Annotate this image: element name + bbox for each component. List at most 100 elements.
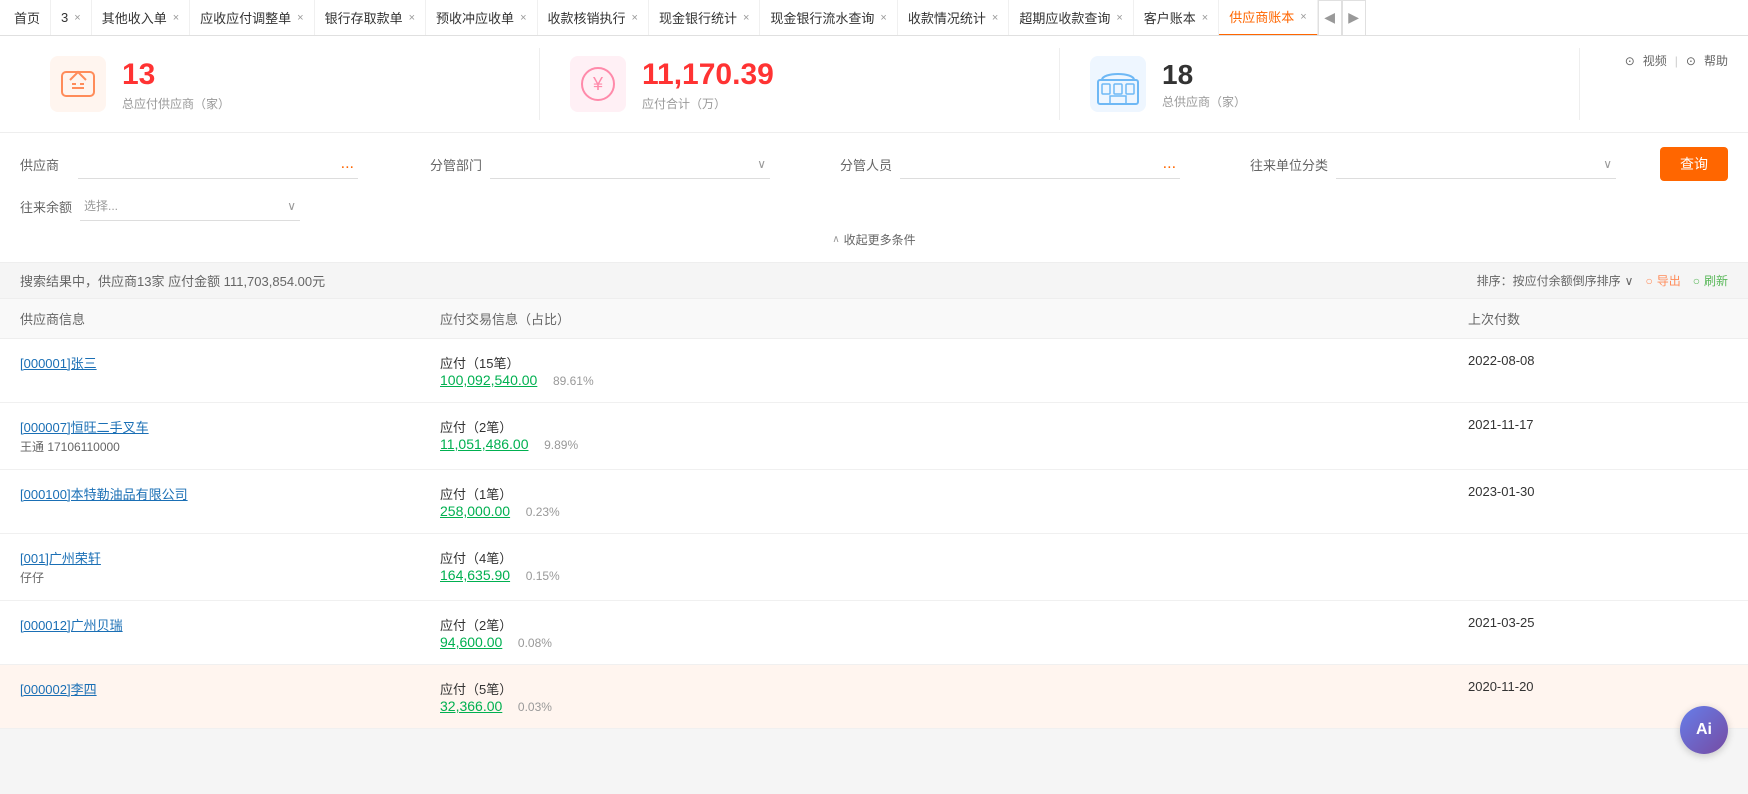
payable-label-0: 应付（15笔） — [440, 356, 519, 371]
sort-arrow-icon: ∨ — [1625, 274, 1634, 288]
last-pay-date-4: 2021-03-25 — [1468, 615, 1535, 630]
table-row: [000012]广州贝瑞 应付（2笔） 94,600.00 0.08% 2021… — [0, 601, 1748, 665]
close-overdue-icon[interactable]: × — [1116, 12, 1122, 24]
collapse-arrow-icon: ∧ — [832, 234, 839, 245]
last-pay-date-1: 2021-11-17 — [1468, 417, 1534, 432]
supplier-filter-label: 供应商 — [20, 155, 70, 174]
nav-payment-stat[interactable]: 收款情况统计 × — [898, 0, 1009, 36]
close-bank-deposit-icon[interactable]: × — [409, 12, 415, 24]
nav-cash-flow[interactable]: 现金银行流水查询 × — [760, 0, 897, 36]
data-table: 供应商信息 应付交易信息（占比） 上次付数 [000001]张三 应付（15笔）… — [0, 299, 1748, 729]
balance-input[interactable]: 选择... ∨ — [80, 191, 300, 221]
supplier-dots-icon: ... — [341, 155, 354, 173]
payable-info-4: 应付（2笔） 94,600.00 0.08% — [440, 615, 1468, 650]
filter-category: 往来单位分类 ∨ — [1250, 149, 1644, 179]
dept-input[interactable]: ∨ — [490, 149, 770, 179]
nav-next-arrow[interactable]: ▶ — [1342, 0, 1366, 36]
dept-filter-label: 分管部门 — [430, 155, 482, 174]
payable-pct-4: 0.08% — [518, 636, 552, 650]
payable-amount-5[interactable]: 32,366.00 — [440, 698, 502, 714]
supplier-name-link-1[interactable]: [000007]恒旺二手叉车 — [20, 417, 440, 436]
video-link[interactable]: 视频 — [1643, 52, 1667, 69]
close-supplier-ledger-icon[interactable]: × — [1300, 11, 1306, 23]
close-other-income-icon[interactable]: × — [173, 12, 179, 24]
last-pay-date-2: 2023-01-30 — [1468, 484, 1535, 499]
help-link[interactable]: 帮助 — [1704, 52, 1728, 69]
payable-amount-2[interactable]: 258,000.00 — [440, 503, 510, 519]
summary-text-suppliers: 13 总应付供应商（家） — [122, 57, 230, 112]
payable-info-2: 应付（1笔） 258,000.00 0.23% — [440, 484, 1468, 519]
ai-button[interactable]: Ai — [1680, 706, 1728, 754]
refresh-icon: ○ — [1693, 274, 1700, 288]
summary-card-total: 18 总供应商（家） — [1060, 48, 1580, 120]
top-right-links: ⊙ 视频 | ⊙ 帮助 — [1625, 52, 1728, 69]
payable-pct-1: 9.89% — [544, 438, 578, 452]
supplier-sub-3: 仔仔 — [20, 569, 440, 586]
nav-payment-verify[interactable]: 收款核销执行 × — [538, 0, 649, 36]
payable-info-3: 应付（4笔） 164,635.90 0.15% — [440, 548, 1468, 583]
person-input[interactable]: ... — [900, 149, 1180, 179]
nav-cash-bank-stat[interactable]: 现金银行统计 × — [649, 0, 760, 36]
lastpay-2: 2023-01-30 — [1468, 484, 1728, 499]
nav-supplier-ledger[interactable]: 供应商账本 × — [1219, 0, 1317, 36]
nav-ar-ap-adjust[interactable]: 应收应付调整单 × — [190, 0, 314, 36]
person-dots-icon: ... — [1163, 155, 1176, 173]
supplier-name-link-4[interactable]: [000012]广州贝瑞 — [20, 615, 440, 634]
svg-text:¥: ¥ — [592, 74, 604, 94]
dept-arrow-icon: ∨ — [757, 157, 766, 171]
supplier-info-2: [000100]本特勒油品有限公司 — [20, 484, 440, 503]
supplier-info-5: [000002]李四 — [20, 679, 440, 698]
filter-supplier: 供应商 ... — [20, 149, 414, 179]
payable-pct-0: 89.61% — [553, 374, 594, 388]
supplier-name-link-3[interactable]: [001]广州荣轩 — [20, 548, 440, 567]
close-ar-ap-icon[interactable]: × — [297, 12, 303, 24]
supplier-info-1: [000007]恒旺二手叉车 王通 17106110000 — [20, 417, 440, 455]
supplier-icon — [50, 56, 106, 112]
nav-overdue[interactable]: 超期应收款查询 × — [1009, 0, 1133, 36]
nav-other-income[interactable]: 其他收入单 × — [92, 0, 190, 36]
summary-bar: 13 总应付供应商（家） ¥ 11,170.39 应付合计（万） — [0, 36, 1748, 133]
nav-customer-ledger[interactable]: 客户账本 × — [1134, 0, 1219, 36]
payable-pct-3: 0.15% — [526, 569, 560, 583]
supplier-name-link-2[interactable]: [000100]本特勒油品有限公司 — [20, 484, 440, 503]
payable-label-3: 应付（4笔） — [440, 551, 512, 566]
search-button[interactable]: 查询 — [1660, 147, 1728, 181]
refresh-button[interactable]: ○ 刷新 — [1693, 272, 1728, 289]
result-actions: 排序：按应付余额倒序排序 ∨ ○ 导出 ○ 刷新 — [1477, 272, 1728, 289]
lastpay-4: 2021-03-25 — [1468, 615, 1728, 630]
close-cash-flow-icon[interactable]: × — [880, 12, 886, 24]
nav-prev-arrow[interactable]: ◀ — [1318, 0, 1342, 36]
close-pre-receive-icon[interactable]: × — [520, 12, 526, 24]
supplier-count: 13 — [122, 57, 230, 93]
last-pay-date-0: 2022-08-08 — [1468, 353, 1535, 368]
close-tab3-icon[interactable]: × — [74, 12, 80, 24]
table-row: [000002]李四 应付（5笔） 32,366.00 0.03% 2020-1… — [0, 665, 1748, 729]
payable-info-0: 应付（15笔） 100,092,540.00 89.61% — [440, 353, 1468, 388]
export-icon: ○ — [1645, 274, 1652, 288]
category-input[interactable]: ∨ — [1336, 149, 1616, 179]
nav-bank-deposit[interactable]: 银行存取款单 × — [315, 0, 426, 36]
close-customer-ledger-icon[interactable]: × — [1202, 12, 1208, 24]
payable-pct-2: 0.23% — [526, 505, 560, 519]
close-payment-verify-icon[interactable]: × — [632, 12, 638, 24]
nav-pre-receive[interactable]: 预收冲应收单 × — [426, 0, 537, 36]
payable-amount-4[interactable]: 94,600.00 — [440, 634, 502, 650]
sort-button[interactable]: 排序：按应付余额倒序排序 ∨ — [1477, 272, 1634, 289]
supplier-input[interactable]: ... — [78, 149, 358, 179]
close-cash-stat-icon[interactable]: × — [743, 12, 749, 24]
export-button[interactable]: ○ 导出 — [1645, 272, 1680, 289]
supplier-name-link-5[interactable]: [000002]李四 — [20, 679, 440, 698]
payable-amount-1[interactable]: 11,051,486.00 — [440, 436, 529, 452]
collapse-button[interactable]: ∧ 收起更多条件 — [804, 231, 944, 248]
summary-card-suppliers: 13 总应付供应商（家） — [20, 48, 540, 120]
total-supplier-count: 18 — [1162, 58, 1246, 92]
supplier-count-label: 总应付供应商（家） — [122, 95, 230, 112]
nav-tab3[interactable]: 3 × — [51, 0, 92, 36]
supplier-name-link-0[interactable]: [000001]张三 — [20, 353, 440, 372]
balance-filter-label: 往来余额 — [20, 197, 72, 216]
filter-row-2: 往来余额 选择... ∨ — [20, 191, 1728, 221]
nav-home[interactable]: 首页 — [4, 0, 51, 36]
close-payment-stat-icon[interactable]: × — [992, 12, 998, 24]
payable-amount-0[interactable]: 100,092,540.00 — [440, 372, 537, 388]
payable-amount-3[interactable]: 164,635.90 — [440, 567, 510, 583]
